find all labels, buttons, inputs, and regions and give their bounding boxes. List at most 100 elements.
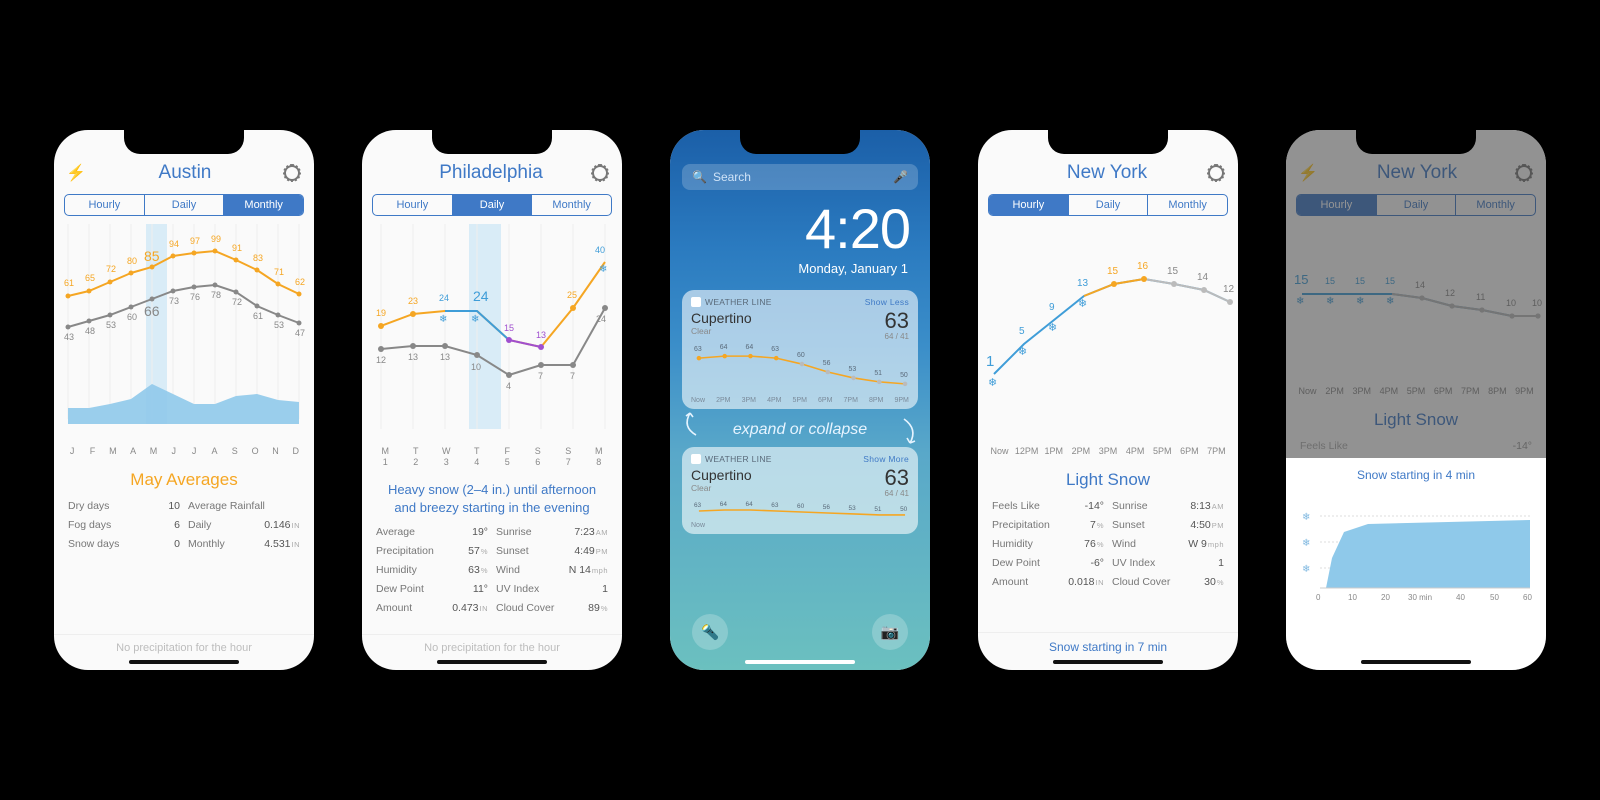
precip-footer-link[interactable]: Snow starting in 7 min (978, 632, 1238, 654)
tab-hourly[interactable]: Hourly (1297, 195, 1377, 215)
spotlight-search[interactable]: 🔍 Search 🎤 (682, 164, 918, 190)
svg-text:56: 56 (823, 360, 831, 367)
section-title: Light Snow (1286, 410, 1546, 430)
svg-text:10: 10 (1532, 298, 1542, 308)
tab-monthly[interactable]: Monthly (1148, 195, 1227, 215)
tab-hourly[interactable]: Hourly (989, 195, 1069, 215)
tab-daily[interactable]: Daily (145, 195, 225, 215)
supercharge-icon[interactable]: ⚡ (1298, 163, 1318, 183)
tab-daily[interactable]: Daily (453, 195, 533, 215)
stats-row: Feels Like-14° (1300, 440, 1532, 452)
section-title: May Averages (54, 470, 314, 490)
svg-text:7: 7 (538, 371, 543, 381)
range-segmented-control[interactable]: Hourly Daily Monthly (988, 194, 1228, 216)
stats-row: Amount0.018IN (992, 576, 1104, 588)
svg-text:94: 94 (169, 239, 179, 249)
precipitation-sheet[interactable]: Snow starting in 4 min ❄❄❄ 0102030 min40… (1286, 458, 1546, 670)
location-title[interactable]: Austin (159, 162, 212, 184)
mic-icon[interactable]: 🎤 (893, 170, 908, 184)
svg-text:76: 76 (190, 292, 200, 302)
stats-row: Feels Like-14° (992, 500, 1104, 512)
location-title[interactable]: New York (1377, 162, 1457, 184)
svg-text:30 min: 30 min (1408, 593, 1432, 602)
search-placeholder: Search (713, 170, 751, 184)
phone-austin: ⚡ Austin Hourly Daily Monthly 6165728094… (54, 130, 314, 670)
sheet-title: Snow starting in 4 min (1298, 468, 1534, 482)
tab-daily[interactable]: Daily (1377, 195, 1457, 215)
lock-time: 4:20 (670, 190, 930, 261)
tab-hourly[interactable]: Hourly (373, 195, 453, 215)
summary-text: Heavy snow (2–4 in.) until afternoon and… (362, 481, 622, 516)
precip-footer[interactable]: No precipitation for the hour (362, 634, 622, 654)
stats-row: Precipitation7% (992, 519, 1104, 531)
camera-button[interactable]: 📷 (872, 614, 908, 650)
supercharge-icon[interactable]: ⚡ (66, 163, 86, 183)
widget-expanded[interactable]: WEATHER LINE Show Less CupertinoClear 63… (682, 290, 918, 409)
range-segmented-control[interactable]: Hourly Daily Monthly (1296, 194, 1536, 216)
svg-text:10: 10 (1348, 593, 1357, 602)
svg-text:64: 64 (720, 501, 728, 508)
flashlight-button[interactable]: 🔦 (692, 614, 728, 650)
svg-text:1: 1 (986, 353, 994, 370)
svg-text:15: 15 (1294, 272, 1308, 287)
svg-text:53: 53 (849, 505, 857, 512)
app-icon (691, 454, 701, 464)
home-indicator (1361, 660, 1471, 664)
svg-text:71: 71 (274, 267, 284, 277)
app-icon (691, 297, 701, 307)
svg-text:11: 11 (1476, 292, 1485, 302)
stats-row: Cloud Cover89% (496, 602, 608, 614)
widget-location: Cupertino (691, 467, 752, 483)
svg-text:13: 13 (440, 352, 450, 362)
precip-footer[interactable]: No precipitation for the hour (54, 634, 314, 654)
tab-monthly[interactable]: Monthly (532, 195, 611, 215)
svg-text:7: 7 (570, 371, 575, 381)
stats-row: Humidity76% (992, 538, 1104, 550)
svg-text:40: 40 (1456, 593, 1465, 602)
svg-text:64: 64 (720, 344, 728, 351)
settings-icon[interactable] (1208, 165, 1224, 181)
hourly-chart[interactable]: ❄❄❄❄ 1 5913 1516 151412 (982, 224, 1234, 444)
svg-text:4: 4 (506, 381, 511, 391)
tab-monthly[interactable]: Monthly (1456, 195, 1535, 215)
search-icon: 🔍 (692, 170, 707, 184)
stats-row: Dew Point11° (376, 583, 488, 595)
tab-monthly[interactable]: Monthly (224, 195, 303, 215)
location-title[interactable]: New York (1067, 162, 1147, 184)
svg-text:0: 0 (1316, 593, 1321, 602)
svg-text:61: 61 (253, 311, 263, 321)
monthly-chart[interactable]: 6165728094979991837162 85 66 43485360737… (58, 224, 310, 444)
home-indicator (437, 660, 547, 664)
location-title[interactable]: Philadelphia (439, 162, 543, 184)
settings-icon[interactable] (284, 165, 300, 181)
settings-icon[interactable] (592, 165, 608, 181)
show-more-link[interactable]: Show More (863, 454, 909, 464)
daily-chart[interactable]: ❄❄❄ 192325 2440 24 1513 1213131047724 (366, 224, 618, 444)
hourly-chart[interactable]: ❄❄❄❄ 15 151515 1412111010 (1290, 224, 1542, 384)
widget-collapsed[interactable]: WEATHER LINE Show More CupertinoClear 63… (682, 447, 918, 534)
svg-text:13: 13 (408, 352, 418, 362)
svg-text:15: 15 (1385, 276, 1395, 286)
tab-daily[interactable]: Daily (1069, 195, 1149, 215)
widget-condition: Clear (691, 483, 752, 493)
svg-text:15: 15 (1167, 266, 1179, 277)
svg-text:60: 60 (797, 352, 805, 359)
tab-hourly[interactable]: Hourly (65, 195, 145, 215)
show-less-link[interactable]: Show Less (865, 297, 909, 307)
svg-text:66: 66 (144, 303, 160, 319)
widget-temp: 63 (885, 467, 909, 489)
svg-text:50: 50 (900, 506, 908, 513)
notch (1048, 130, 1168, 154)
svg-text:14: 14 (1415, 280, 1425, 290)
widget-xaxis: Now2PM3PM4PM5PM6PM7PM8PM9PM (691, 397, 909, 404)
svg-text:❄: ❄ (599, 264, 607, 275)
range-segmented-control[interactable]: Hourly Daily Monthly (64, 194, 304, 216)
svg-text:50: 50 (1490, 593, 1499, 602)
notch (740, 130, 860, 154)
settings-icon[interactable] (1516, 165, 1532, 181)
range-segmented-control[interactable]: Hourly Daily Monthly (372, 194, 612, 216)
svg-text:63: 63 (694, 346, 702, 353)
svg-text:80: 80 (127, 256, 137, 266)
svg-text:64: 64 (746, 344, 754, 351)
home-indicator (745, 660, 855, 664)
